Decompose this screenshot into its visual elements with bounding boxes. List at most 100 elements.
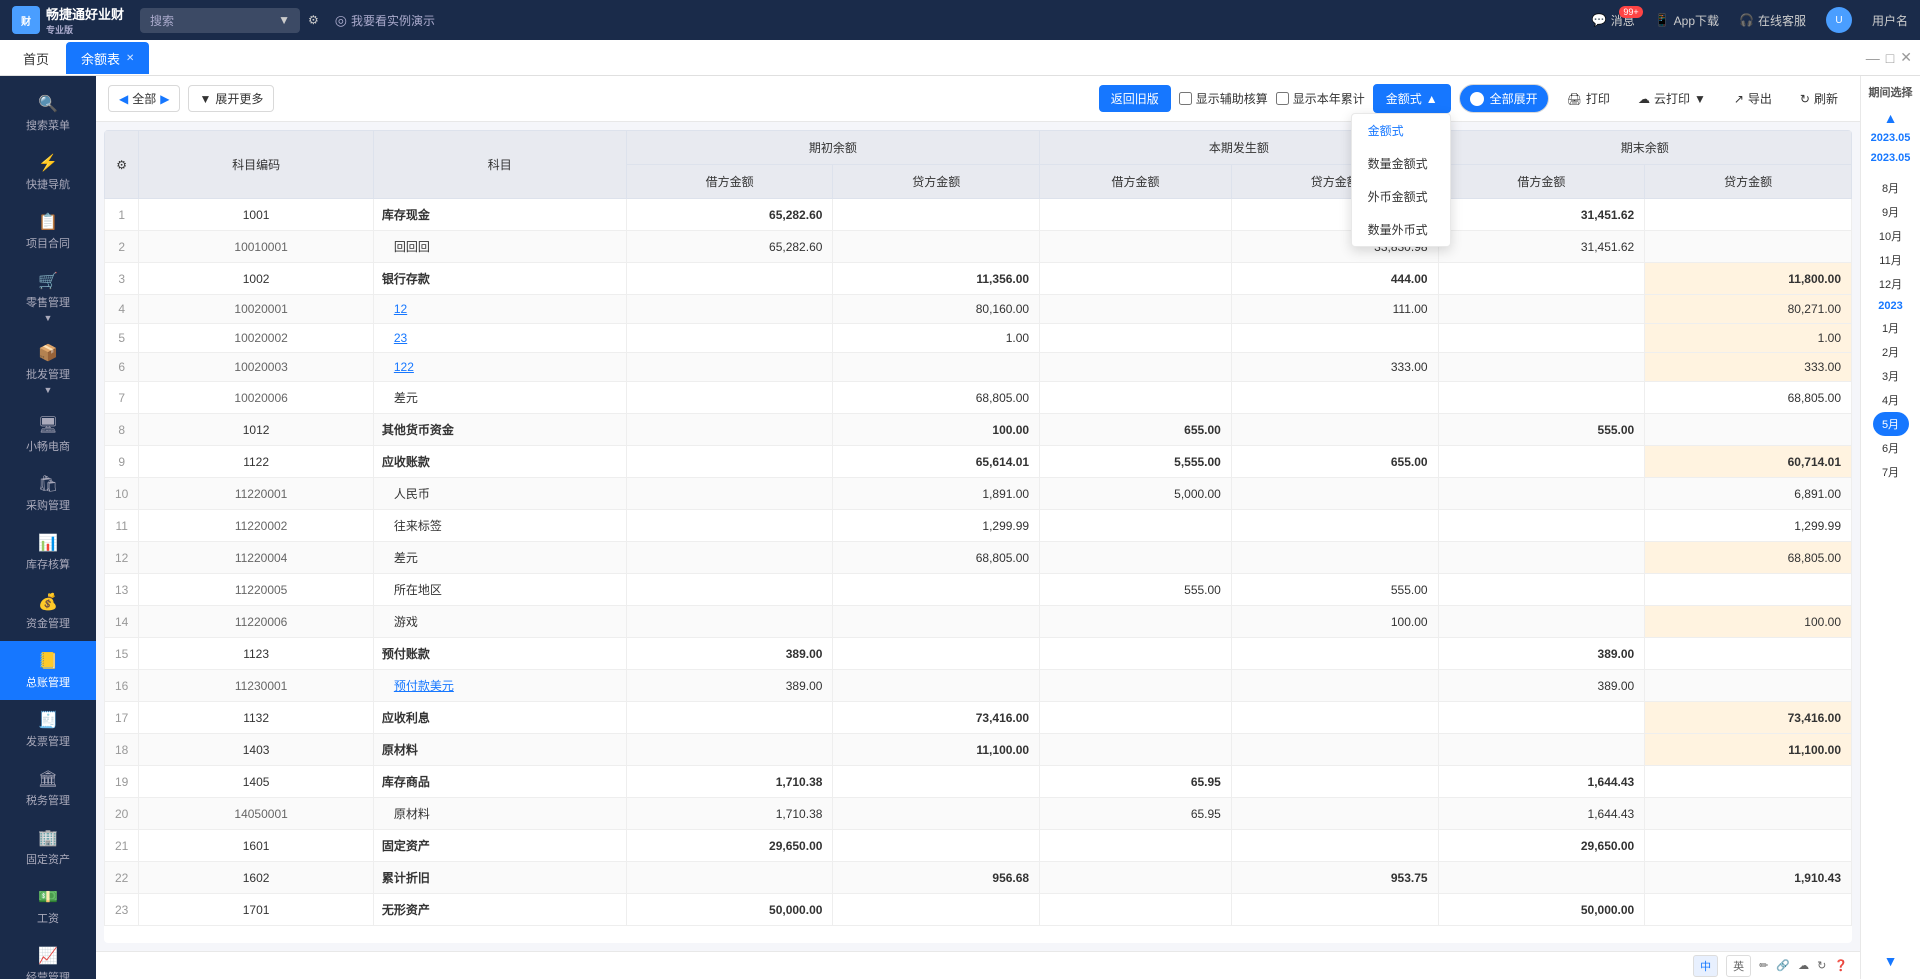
tab-close-icon[interactable]: ✕ — [126, 53, 134, 64]
close-debit-cell: 389.00 — [1438, 670, 1645, 702]
app-download-btn[interactable]: 📱 App下载 — [1655, 12, 1719, 29]
month-5[interactable]: 5月 — [1873, 412, 1909, 436]
subject-name[interactable]: 122 — [373, 353, 626, 382]
expand-more-btn[interactable]: ▼ 展开更多 — [188, 85, 274, 112]
month-11[interactable]: 11月 — [1873, 248, 1909, 272]
month-6[interactable]: 6月 — [1873, 436, 1909, 460]
tab-balance[interactable]: 余额表 ✕ — [66, 42, 149, 74]
open-credit-cell: 956.68 — [833, 862, 1040, 894]
search-box[interactable]: 搜索 ▼ — [140, 8, 300, 33]
month-2[interactable]: 2月 — [1873, 340, 1909, 364]
sidebar-item-quicknav[interactable]: ⚡ 快捷导航 — [0, 143, 96, 202]
expand-all-toggle[interactable]: 全部展开 — [1459, 84, 1549, 113]
menu-qty-amount[interactable]: 数量金额式 — [1352, 147, 1450, 180]
cur-debit-cell — [1040, 542, 1232, 574]
tab-home[interactable]: 首页 — [8, 42, 64, 74]
amount-style-dropdown[interactable]: 金额式 ▲ 金额式 数量金额式 外币金额式 数量外币式 — [1373, 84, 1451, 113]
lang-zh-btn[interactable]: 中 — [1693, 955, 1718, 977]
sidebar-item-assets[interactable]: 🏢 固定资产 — [0, 818, 96, 877]
sidebar-item-inventory[interactable]: 📊 库存核算 — [0, 523, 96, 582]
subject-code: 11220005 — [139, 574, 373, 606]
table-row: 710020006差元68,805.0068,805.00 — [105, 382, 1852, 414]
settings-icon[interactable]: ⚙ — [308, 13, 319, 27]
month-4[interactable]: 4月 — [1873, 388, 1909, 412]
sidebar-item-purchase[interactable]: 🛍 采购管理 — [0, 464, 96, 523]
row-number: 17 — [105, 702, 139, 734]
sidebar-item-ledger[interactable]: 📒 总账管理 — [0, 641, 96, 700]
subject-name[interactable]: 12 — [373, 295, 626, 324]
show-auxiliary-check[interactable]: 显示辅助核算 — [1179, 90, 1268, 107]
sidebar-item-invoice[interactable]: 🧾 发票管理 — [0, 700, 96, 759]
row-number: 11 — [105, 510, 139, 542]
settings-col-header[interactable]: ⚙ — [105, 131, 139, 199]
window-maximize[interactable]: □ — [1886, 50, 1894, 66]
menu-amount[interactable]: 金额式 — [1352, 114, 1450, 147]
sidebar-item-search[interactable]: 🔍 搜索菜单 — [0, 84, 96, 143]
cur-debit-cell — [1040, 862, 1232, 894]
help-icon[interactable]: ❓ — [1834, 959, 1848, 972]
menu-foreign-amount[interactable]: 外币金额式 — [1352, 180, 1450, 213]
ytd-checkbox[interactable] — [1276, 92, 1289, 105]
window-minimize[interactable]: — — [1866, 50, 1880, 66]
cloud-save-icon[interactable]: ☁ — [1798, 959, 1809, 972]
sidebar-item-retail[interactable]: 🛒 零售管理 ▼ — [0, 261, 96, 333]
close-debit-cell — [1438, 353, 1645, 382]
expand-all-label: 全部展开 — [1490, 90, 1538, 107]
close-debit-cell — [1438, 446, 1645, 478]
sync-icon[interactable]: ↻ — [1817, 959, 1826, 972]
close-debit-cell: 555.00 — [1438, 414, 1645, 446]
service-label: 在线客服 — [1758, 12, 1806, 29]
demo-link[interactable]: ◎ 我要看实例演示 — [335, 12, 435, 29]
refresh-btn[interactable]: ↻ 刷新 — [1790, 85, 1848, 112]
month-12[interactable]: 12月 — [1873, 272, 1909, 296]
sidebar-item-operations[interactable]: 📈 经营管理 — [0, 936, 96, 979]
open-credit-cell — [833, 574, 1040, 606]
print-btn[interactable]: 🖨 打印 — [1557, 85, 1620, 112]
close-credit-header: 贷方金额 — [1645, 165, 1852, 199]
show-ytd-check[interactable]: 显示本年累计 — [1276, 90, 1365, 107]
month-7[interactable]: 7月 — [1873, 460, 1909, 484]
month-8[interactable]: 8月 — [1873, 176, 1909, 200]
lang-en-btn[interactable]: 英 — [1726, 955, 1751, 977]
scroll-up-btn[interactable]: ▲ — [1882, 108, 1900, 128]
open-credit-cell: 80,160.00 — [833, 295, 1040, 324]
print-label: 打印 — [1586, 90, 1610, 107]
table-row: 181403原材料11,100.0011,100.00 — [105, 734, 1852, 766]
subject-code: 10020001 — [139, 295, 373, 324]
export-btn[interactable]: ↗ 导出 — [1724, 85, 1782, 112]
cloud-print-btn[interactable]: ☁ 云打印 ▼ — [1628, 85, 1716, 112]
all-nav-btn[interactable]: ◀ 全部 ▶ — [108, 85, 180, 112]
month-9[interactable]: 9月 — [1873, 200, 1909, 224]
menu-qty-foreign[interactable]: 数量外币式 — [1352, 213, 1450, 246]
row-number: 5 — [105, 324, 139, 353]
sidebar-item-capital[interactable]: 💰 资金管理 — [0, 582, 96, 641]
right-icons: 💬 消息 99+ 📱 App下载 🎧 在线客服 U 用户名 — [1592, 7, 1908, 33]
online-service-btn[interactable]: 🎧 在线客服 — [1739, 12, 1806, 29]
sidebar-item-ecommerce[interactable]: 🖥 小畅电商 — [0, 405, 96, 464]
subject-code: 11230001 — [139, 670, 373, 702]
edit-icon[interactable]: ✏ — [1759, 959, 1768, 972]
return-old-btn[interactable]: 返回旧版 — [1099, 85, 1171, 112]
close-credit-cell: 100.00 — [1645, 606, 1852, 638]
sidebar-item-project[interactable]: 📋 项目合同 — [0, 202, 96, 261]
subject-name[interactable]: 23 — [373, 324, 626, 353]
subject-name[interactable]: 预付款美元 — [373, 670, 626, 702]
cur-debit-cell — [1040, 199, 1232, 231]
sidebar-item-salary[interactable]: 💵 工资 — [0, 877, 96, 936]
cur-credit-cell — [1231, 324, 1438, 353]
scroll-down-btn[interactable]: ▼ — [1882, 951, 1900, 971]
notification-btn[interactable]: 💬 消息 99+ — [1592, 12, 1635, 29]
expand-label: 展开更多 — [215, 90, 263, 107]
open-credit-cell — [833, 798, 1040, 830]
link-icon[interactable]: 🔗 — [1776, 959, 1790, 972]
sidebar-item-tax[interactable]: 🏛 税务管理 — [0, 759, 96, 818]
month-10[interactable]: 10月 — [1873, 224, 1909, 248]
window-close[interactable]: ✕ — [1900, 49, 1912, 66]
row-number: 21 — [105, 830, 139, 862]
amount-style-btn[interactable]: 金额式 ▲ — [1373, 84, 1451, 113]
auxiliary-checkbox[interactable] — [1179, 92, 1192, 105]
month-1[interactable]: 1月 — [1873, 316, 1909, 340]
month-3[interactable]: 3月 — [1873, 364, 1909, 388]
user-avatar[interactable]: U — [1826, 7, 1852, 33]
sidebar-item-wholesale[interactable]: 📦 批发管理 ▼ — [0, 333, 96, 405]
